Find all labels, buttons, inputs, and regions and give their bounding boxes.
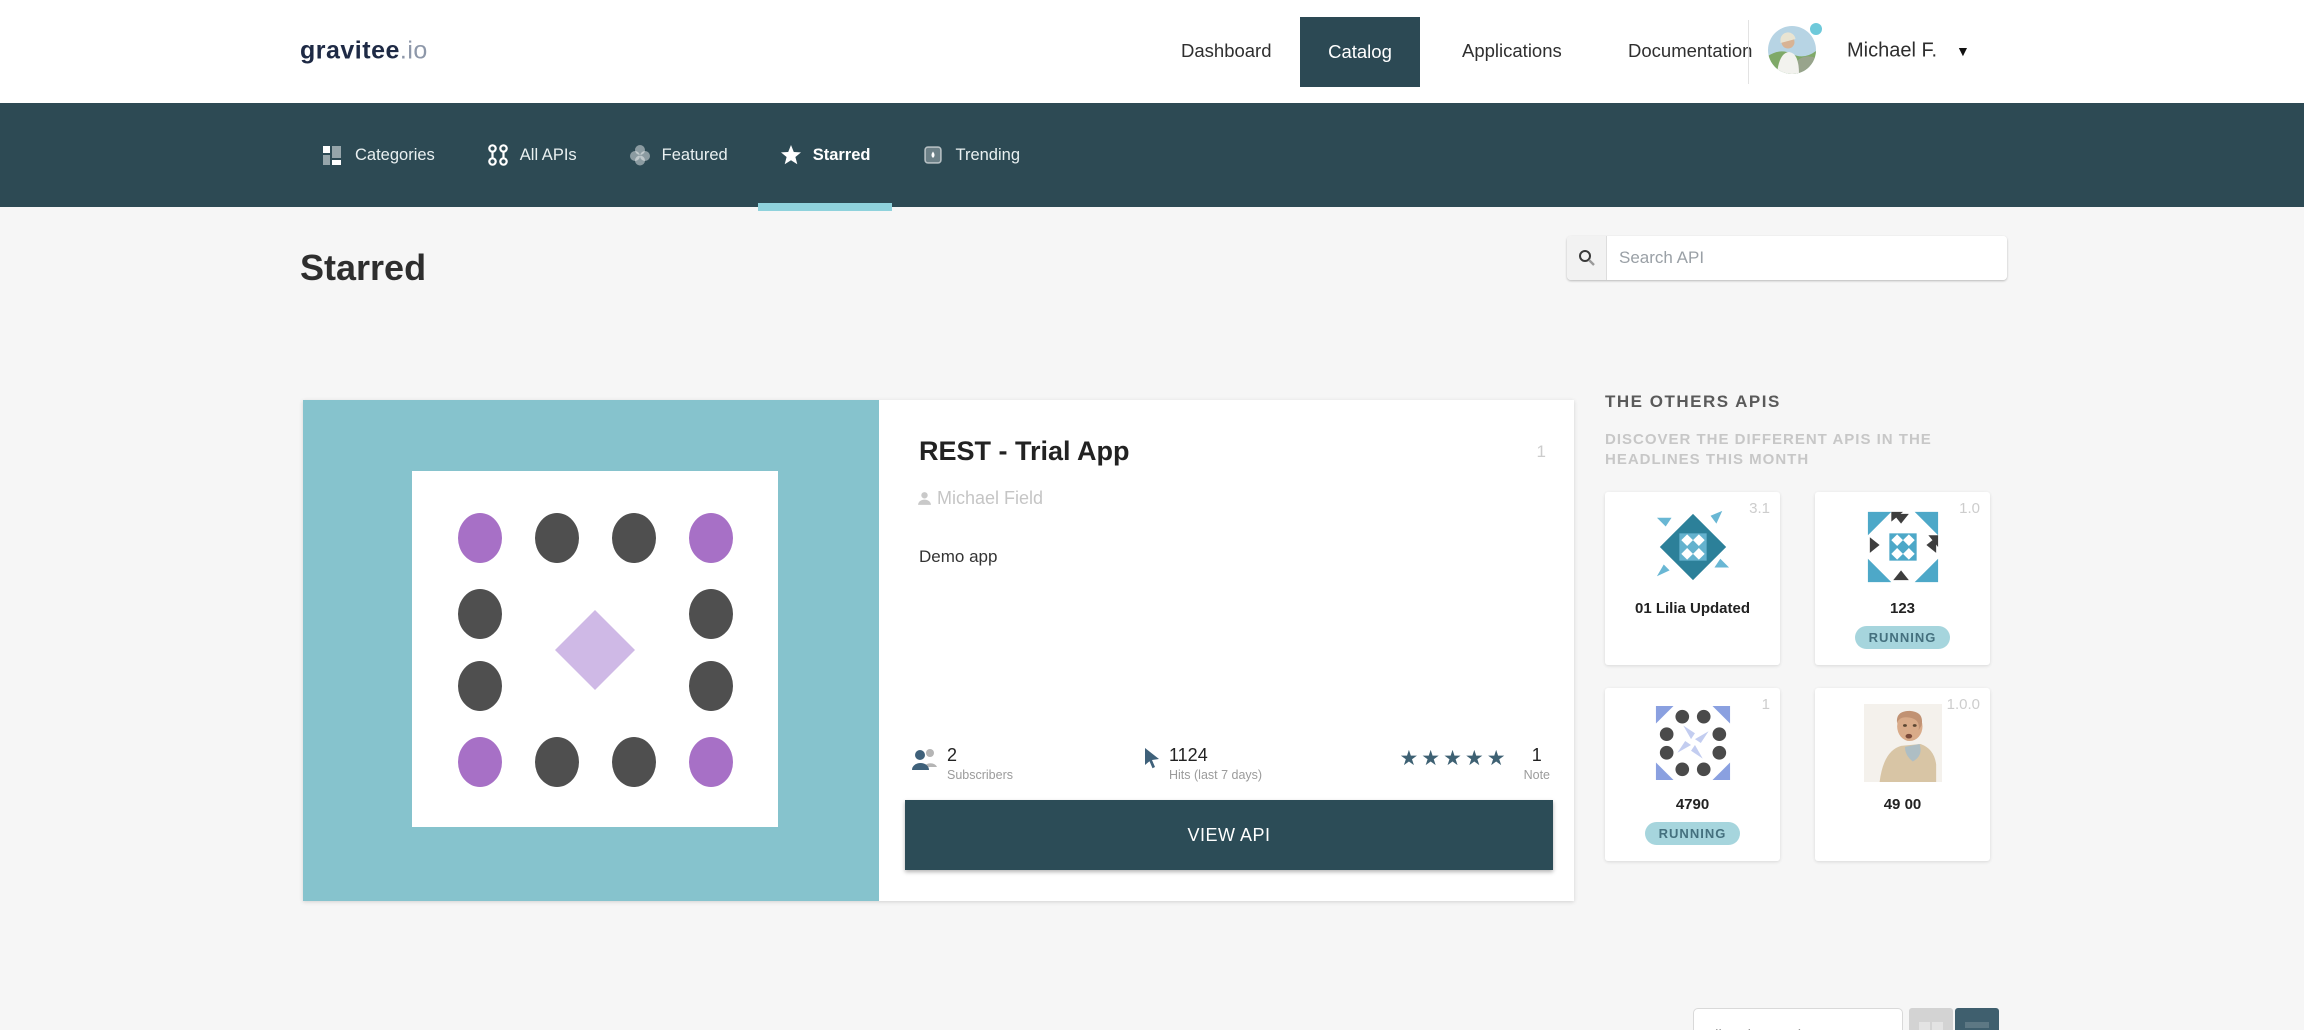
search-icon-cell <box>1567 236 1607 280</box>
gravitee-logo[interactable]: gravitee.io <box>300 37 428 66</box>
list-view-toggle-button[interactable] <box>1955 1008 1999 1030</box>
featured-flower-icon <box>629 144 651 166</box>
tab-label: Trending <box>955 146 1020 165</box>
tab-featured[interactable]: Featured <box>607 103 750 207</box>
featured-api-card: REST - Trial App 1 Michael Field Demo ap… <box>303 400 1574 901</box>
api-owner: Michael Field <box>917 488 1043 509</box>
filter-results-dropdown[interactable]: Filter the results... ▼ <box>1693 1008 1903 1030</box>
sidebar-api-card[interactable]: 3.1 01 Lilia Updated <box>1605 492 1780 665</box>
subscribers-label: Subscribers <box>947 768 1013 782</box>
owner-photo <box>1864 704 1942 782</box>
sidebar-subtitle: DISCOVER THE DIFFERENT APIS IN THE HEADL… <box>1605 430 2005 471</box>
tab-label: Starred <box>813 146 871 165</box>
tab-all-apis[interactable]: All APIs <box>465 103 599 207</box>
search-icon <box>1578 249 1596 267</box>
app-header: gravitee.io Dashboard Catalog Applicatio… <box>0 0 2304 103</box>
api-icon-wrap <box>1605 688 1780 784</box>
sidebar-title: THE OTHERS APIS <box>1605 392 1781 412</box>
api-cover-image <box>303 400 879 901</box>
rating-stars[interactable]: ★★★★★ <box>1399 746 1508 771</box>
api-card-body: REST - Trial App 1 Michael Field Demo ap… <box>879 400 1574 901</box>
logo-tld-text: .io <box>400 37 428 65</box>
subscribers-icon <box>910 746 940 772</box>
user-avatar[interactable] <box>1768 26 1816 74</box>
user-name[interactable]: Michael F. <box>1847 40 1937 63</box>
api-version: 1.0.0 <box>1947 696 1980 713</box>
rating-label: Note <box>1524 768 1550 782</box>
status-badge: RUNNING <box>1645 822 1741 845</box>
api-name: 49 00 <box>1815 796 1990 813</box>
catalog-tabbar: Categories All APIs <box>0 103 2304 207</box>
api-version: 1.0 <box>1959 500 1980 517</box>
dots-ring-icon <box>1654 704 1732 782</box>
logo-text: gravitee <box>300 37 400 65</box>
trending-icon <box>922 144 944 166</box>
stat-rating: ★★★★★ 1 Note <box>1399 746 1550 782</box>
stat-hits: 1124 Hits (last 7 days) <box>1142 746 1262 782</box>
sidebar-api-grid: 3.1 01 Lilia Updated 1.0 <box>1605 492 1990 861</box>
sidebar-api-card[interactable]: 1.0.0 49 00 <box>1815 688 1990 861</box>
pinwheel-diamond-icon <box>1654 508 1732 586</box>
chevron-down-icon: ▼ <box>1878 1016 1890 1030</box>
nav-documentation[interactable]: Documentation <box>1628 40 1752 62</box>
search-input[interactable] <box>1607 236 2007 280</box>
tab-label: Featured <box>662 146 728 165</box>
api-name: 123 <box>1815 600 1990 617</box>
avatar-photo <box>1768 26 1816 74</box>
tab-starred[interactable]: Starred <box>758 103 893 207</box>
api-version: 1 <box>1537 442 1546 462</box>
chevron-down-icon[interactable]: ▼ <box>1956 43 1970 59</box>
tab-categories[interactable]: Categories <box>300 103 457 207</box>
api-description: Demo app <box>919 547 997 567</box>
nav-applications[interactable]: Applications <box>1462 40 1562 62</box>
subscribers-value: 2 <box>947 746 1013 766</box>
star-icon <box>780 144 802 166</box>
hits-label: Hits (last 7 days) <box>1169 768 1262 782</box>
nav-dashboard[interactable]: Dashboard <box>1181 40 1272 62</box>
search-box <box>1567 236 2007 280</box>
api-title: REST - Trial App <box>919 436 1130 467</box>
hits-value: 1124 <box>1169 746 1262 766</box>
sidebar-api-card[interactable]: 1.0 <box>1815 492 1990 665</box>
api-owner-name: Michael Field <box>937 488 1043 509</box>
quilt-icon <box>1864 508 1942 586</box>
rating-value: 1 <box>1524 746 1550 766</box>
filter-placeholder: Filter the results... <box>1706 1015 1878 1030</box>
grid-view-icon <box>1919 1022 1943 1030</box>
api-name: 01 Lilia Updated <box>1605 600 1780 617</box>
api-name: 4790 <box>1605 796 1780 813</box>
stat-subscribers: 2 Subscribers <box>910 746 1013 782</box>
api-version: 3.1 <box>1749 500 1770 517</box>
header-divider <box>1748 20 1749 84</box>
page: gravitee.io Dashboard Catalog Applicatio… <box>0 0 2304 1030</box>
grid-view-toggle-button[interactable] <box>1909 1008 1953 1030</box>
person-icon <box>917 491 932 506</box>
list-view-icon <box>1965 1022 1989 1030</box>
sidebar-api-card[interactable]: 1 <box>1605 688 1780 861</box>
view-api-button[interactable]: VIEW API <box>905 800 1553 870</box>
cursor-icon <box>1142 746 1162 772</box>
all-apis-icon <box>487 144 509 166</box>
tab-label: All APIs <box>520 146 577 165</box>
catalog-tabs: Categories All APIs <box>300 103 1042 207</box>
nav-catalog[interactable]: Catalog <box>1300 17 1420 87</box>
api-version: 1 <box>1762 696 1770 713</box>
page-title: Starred <box>300 247 426 289</box>
categories-icon <box>322 144 344 166</box>
online-status-dot <box>1810 23 1822 35</box>
tab-trending[interactable]: Trending <box>900 103 1042 207</box>
status-badge: RUNNING <box>1855 626 1951 649</box>
tab-label: Categories <box>355 146 435 165</box>
